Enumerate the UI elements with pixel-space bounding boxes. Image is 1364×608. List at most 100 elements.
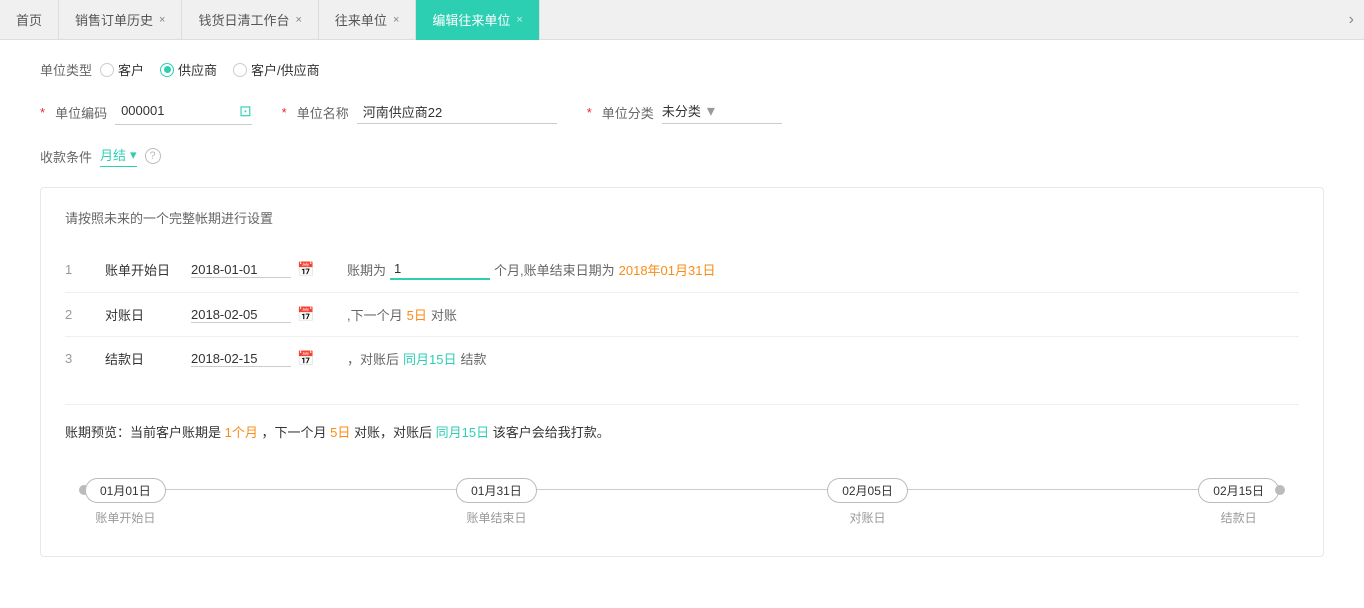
calendar-icon-3[interactable]: 📅: [297, 350, 314, 367]
timeline-node-label-3: 对账日: [850, 509, 886, 526]
close-tab-cash-workbench[interactable]: ×: [295, 14, 301, 26]
unit-code-group: * 单位编码 ⊡: [40, 99, 252, 125]
close-tab-partner-units[interactable]: ×: [393, 14, 399, 26]
payment-terms-label: 收款条件: [40, 147, 92, 166]
timeline-node-1: 01月01日: [85, 478, 166, 503]
tabs-bar: 首页 销售订单历史 × 钱货日清工作台 × 往来单位 × 编辑往来单位 × ›: [0, 0, 1364, 40]
preview-highlight1: 1个月: [225, 425, 258, 440]
preview-suffix: 该客户会给我打款。: [493, 425, 610, 440]
step-date-input-3[interactable]: [191, 351, 291, 367]
tab-home-label: 首页: [16, 10, 42, 29]
radio-supplier-label: 供应商: [178, 60, 217, 79]
tab-cash-workbench[interactable]: 钱货日清工作台 ×: [182, 0, 318, 40]
unit-category-required-star: *: [587, 105, 592, 120]
radio-both[interactable]: 客户/供应商: [233, 60, 320, 79]
preview-highlight2: 5日: [330, 425, 350, 440]
radio-customer[interactable]: 客户: [100, 60, 144, 79]
step-date-3: 📅: [191, 350, 331, 367]
step-desc-suffix-3: 结款: [460, 349, 486, 368]
radio-supplier-circle: [160, 63, 174, 77]
radio-supplier[interactable]: 供应商: [160, 60, 217, 79]
tab-partner-units[interactable]: 往来单位 ×: [319, 0, 416, 40]
tab-edit-partner-label: 编辑往来单位: [432, 10, 510, 29]
step-desc-suffix-2: 对账: [431, 305, 457, 324]
unit-name-label: 单位名称: [297, 103, 349, 122]
unit-type-group: 单位类型 客户 供应商 客户/供应商: [40, 60, 320, 79]
timeline-node-3: 02月05日: [827, 478, 908, 503]
main-content: 单位类型 客户 供应商 客户/供应商 * 单位编码: [0, 40, 1364, 608]
preview-prefix: 账期预览：当前客户账期是: [65, 425, 221, 440]
unit-type-radio-group: 客户 供应商 客户/供应商: [100, 60, 320, 79]
unit-code-field: ⊡: [115, 99, 252, 125]
unit-category-group: * 单位分类 未分类 ▾: [587, 101, 782, 124]
timeline-line: [95, 489, 1269, 490]
account-period-card: 请按照未来的一个完整帐期进行设置 1 账单开始日 📅 账期为 个月,账单结束日期…: [40, 187, 1324, 557]
unit-category-label: 单位分类: [602, 103, 654, 122]
step-label-3: 结款日: [105, 349, 175, 368]
payment-terms-row: 收款条件 月结 ▾ ?: [40, 145, 1324, 167]
step-row-2: 2 对账日 📅 ,下一个月 5日 对账: [65, 293, 1299, 337]
step-num-2: 2: [65, 307, 89, 322]
preview-text: 账期预览：当前客户账期是 1个月 ，下一个月 5日 对账，对账后 同月15日 该…: [65, 421, 1299, 444]
payment-terms-help-icon[interactable]: ?: [145, 148, 161, 164]
radio-both-circle: [233, 63, 247, 77]
tab-cash-workbench-label: 钱货日清工作台: [198, 10, 289, 29]
unit-code-copy-icon[interactable]: ⊡: [239, 102, 252, 120]
radio-customer-label: 客户: [118, 60, 144, 79]
payment-terms-group: 收款条件 月结 ▾ ?: [40, 145, 161, 167]
step-end-date-highlight: 2018年01月31日: [619, 260, 716, 279]
tab-edit-partner[interactable]: 编辑往来单位 ×: [416, 0, 539, 40]
step-desc-prefix-2: ,下一个月: [347, 305, 403, 324]
unit-code-input[interactable]: [115, 99, 235, 122]
unit-type-label: 单位类型: [40, 60, 92, 79]
step-row-1: 1 账单开始日 📅 账期为 个月,账单结束日期为 2018年01月31日: [65, 247, 1299, 293]
unit-category-arrow: ▾: [707, 101, 715, 121]
close-tab-sales-order-history[interactable]: ×: [159, 14, 165, 26]
step-desc-orange-2: 5日: [407, 305, 427, 324]
timeline-container: 01月01日 账单开始日 01月31日 账单结束日 02: [65, 468, 1299, 536]
step-desc-prefix-3: ，对账后: [347, 349, 399, 368]
timeline-node-label-1: 账单开始日: [95, 509, 155, 526]
step-desc-teal-3: 同月15日: [403, 349, 456, 368]
timeline-node-4: 02月15日: [1198, 478, 1279, 503]
tab-home[interactable]: 首页: [0, 0, 59, 40]
tab-partner-units-label: 往来单位: [335, 10, 387, 29]
preview-middle1: ，下一个月: [262, 425, 327, 440]
period-input[interactable]: [390, 259, 490, 280]
timeline-node-2: 01月31日: [456, 478, 537, 503]
calendar-icon-2[interactable]: 📅: [297, 306, 314, 323]
unit-name-input[interactable]: [357, 100, 557, 124]
timeline-node-label-2: 账单结束日: [466, 509, 526, 526]
radio-both-label: 客户/供应商: [251, 60, 320, 79]
unit-info-row: * 单位编码 ⊡ * 单位名称 * 单位分类 未分类 ▾: [40, 99, 1324, 125]
tab-scroll-arrow[interactable]: ›: [1339, 11, 1364, 29]
unit-category-dropdown[interactable]: 未分类 ▾: [662, 101, 782, 124]
unit-code-required-star: *: [40, 105, 45, 120]
step-desc-prefix-1: 账期为: [347, 260, 386, 279]
timeline-item-3: 02月05日 对账日: [827, 478, 908, 526]
step-date-input-1[interactable]: [191, 262, 291, 278]
unit-category-value: 未分类: [662, 101, 701, 120]
unit-code-label: 单位编码: [55, 103, 107, 122]
step-label-1: 账单开始日: [105, 260, 175, 279]
step-date-2: 📅: [191, 306, 331, 323]
step-desc-suffix-1: 个月,账单结束日期为: [494, 260, 615, 279]
close-tab-edit-partner[interactable]: ×: [516, 14, 522, 26]
preview-section: 账期预览：当前客户账期是 1个月 ，下一个月 5日 对账，对账后 同月15日 该…: [65, 404, 1299, 536]
step-date-input-2[interactable]: [191, 307, 291, 323]
payment-terms-dropdown[interactable]: 月结 ▾: [100, 145, 137, 167]
preview-middle2: 对账，对账后: [354, 425, 432, 440]
tab-sales-order-history[interactable]: 销售订单历史 ×: [59, 0, 182, 40]
timeline-item-4: 02月15日 结款日: [1198, 478, 1279, 526]
steps-table: 1 账单开始日 📅 账期为 个月,账单结束日期为 2018年01月31日 2 对…: [65, 247, 1299, 380]
step-date-1: 📅: [191, 261, 331, 278]
timeline-item-1: 01月01日 账单开始日: [85, 478, 166, 526]
timeline-end-dot: [1275, 485, 1285, 495]
unit-type-row: 单位类型 客户 供应商 客户/供应商: [40, 60, 1324, 79]
preview-highlight3: 同月15日: [436, 425, 489, 440]
timeline-items: 01月01日 账单开始日 01月31日 账单结束日 02: [65, 478, 1299, 526]
calendar-icon-1[interactable]: 📅: [297, 261, 314, 278]
radio-customer-circle: [100, 63, 114, 77]
card-title: 请按照未来的一个完整帐期进行设置: [65, 208, 1299, 227]
tab-sales-order-history-label: 销售订单历史: [75, 10, 153, 29]
